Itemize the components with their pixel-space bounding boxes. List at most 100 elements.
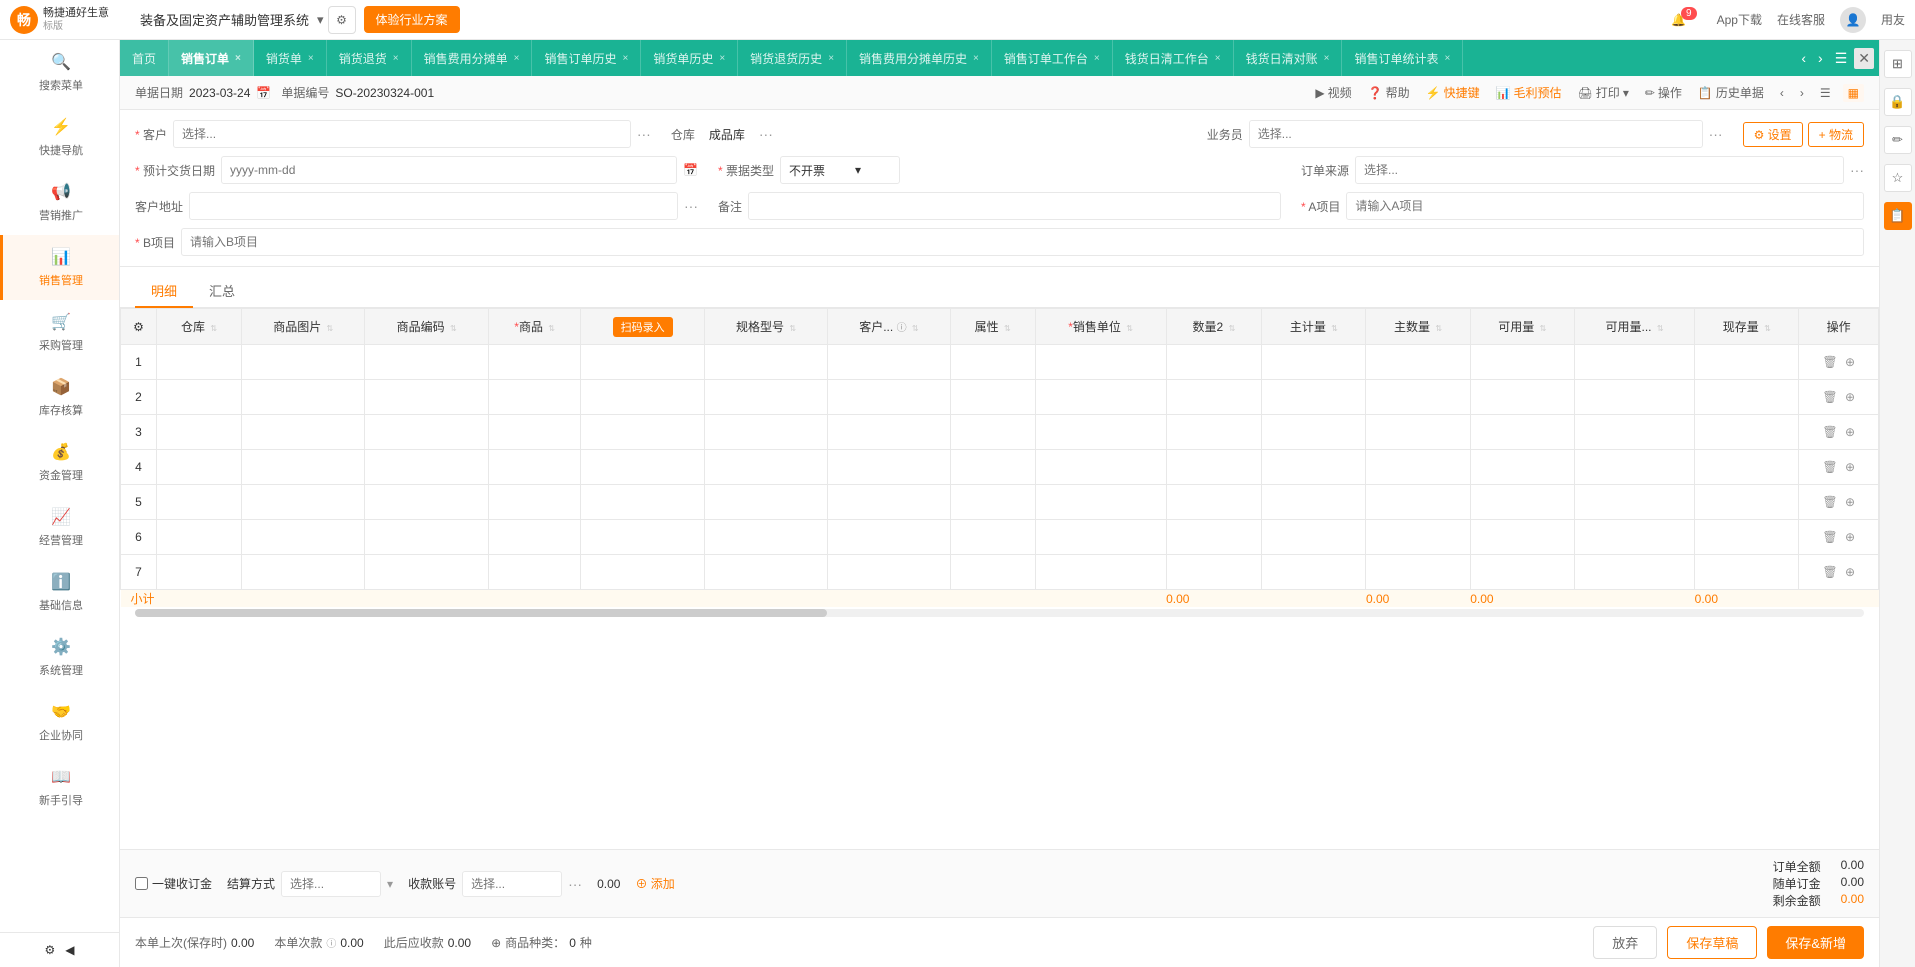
save-draft-button[interactable]: 保存草稿 <box>1667 926 1757 959</box>
customer-more-btn[interactable]: ··· <box>637 126 651 142</box>
discard-button[interactable]: 放弃 <box>1593 926 1657 959</box>
address-more-btn[interactable]: ··· <box>684 198 698 214</box>
date-picker-icon[interactable]: 📅 <box>256 86 271 100</box>
invoice-type-select[interactable]: 不开票 ▾ <box>780 156 900 184</box>
cell-unit[interactable] <box>1035 485 1166 520</box>
sidebar-settings-icon[interactable]: ⚙ <box>45 943 56 957</box>
tab-sales-order[interactable]: 销售订单 × <box>169 40 254 76</box>
cell-avail-qty2[interactable] <box>1574 415 1694 450</box>
customer-input[interactable] <box>173 120 631 148</box>
customer-address-input[interactable] <box>189 192 678 220</box>
cell-main-unit[interactable] <box>1262 485 1366 520</box>
tab-return-close[interactable]: × <box>393 53 399 64</box>
tab-home[interactable]: 首页 <box>120 40 169 76</box>
cell-attr[interactable] <box>950 555 1035 590</box>
cell-avail-qty[interactable] <box>1470 415 1574 450</box>
tab-menu-button[interactable]: ☰ <box>1830 48 1853 69</box>
cell-avail-qty2[interactable] <box>1574 380 1694 415</box>
cell-avail-qty2[interactable] <box>1574 485 1694 520</box>
tab-expense-history[interactable]: 销售费用分摊单历史 × <box>847 40 992 76</box>
cell-product[interactable] <box>488 555 580 590</box>
cell-main-qty[interactable] <box>1366 345 1470 380</box>
scrollbar-thumb[interactable] <box>135 609 827 617</box>
cell-avail-qty[interactable] <box>1470 380 1574 415</box>
cell-main-unit[interactable] <box>1262 520 1366 555</box>
next-record-btn[interactable]: › <box>1796 84 1808 102</box>
tab-goods-history-close[interactable]: × <box>719 53 725 64</box>
cell-product[interactable] <box>488 345 580 380</box>
cell-spec[interactable] <box>704 345 827 380</box>
cell-stock[interactable] <box>1695 555 1799 590</box>
date-picker-icon2[interactable]: 📅 <box>683 163 698 177</box>
cell-unit[interactable] <box>1035 450 1166 485</box>
sidebar-item-purchase[interactable]: 🛒 采购管理 <box>0 300 119 365</box>
sidebar-item-inventory[interactable]: 📦 库存核算 <box>0 365 119 430</box>
cell-customer-code[interactable] <box>828 555 950 590</box>
right-panel-star-icon[interactable]: ☆ <box>1884 164 1912 192</box>
history-btn[interactable]: 📋 历史单据 <box>1694 82 1768 103</box>
tab-order-workbench[interactable]: 销售订单工作台 × <box>992 40 1113 76</box>
title-dropdown-icon[interactable]: ▾ <box>317 12 324 28</box>
sidebar-item-marketing[interactable]: 📢 营销推广 <box>0 170 119 235</box>
cell-unit[interactable] <box>1035 415 1166 450</box>
cell-customer-code[interactable] <box>828 485 950 520</box>
b-project-input[interactable] <box>181 228 1864 256</box>
username[interactable]: 用友 <box>1881 11 1905 28</box>
cell-warehouse[interactable] <box>157 380 242 415</box>
col-settings[interactable]: ⚙ <box>121 309 157 345</box>
tab-expense[interactable]: 销售费用分摊单 × <box>412 40 533 76</box>
tab-next-button[interactable]: › <box>1813 48 1828 68</box>
tab-order-history-close[interactable]: × <box>622 53 628 64</box>
row-copy-icon[interactable]: ⊕ <box>1845 390 1855 404</box>
payment-method-input[interactable] <box>281 871 381 897</box>
tab-reconcile-close[interactable]: × <box>1324 53 1330 64</box>
row-copy-icon[interactable]: ⊕ <box>1845 495 1855 509</box>
cell-code[interactable] <box>365 520 488 555</box>
order-source-input[interactable] <box>1355 156 1844 184</box>
warehouse-more-btn[interactable]: ··· <box>759 126 773 142</box>
tab-cash-goods-close[interactable]: × <box>1215 53 1221 64</box>
cell-customer-code[interactable] <box>828 450 950 485</box>
profit-btn[interactable]: 📊 毛利预估 <box>1492 82 1566 103</box>
horizontal-scrollbar[interactable] <box>135 609 1864 617</box>
cell-main-unit[interactable] <box>1262 450 1366 485</box>
cell-attr[interactable] <box>950 450 1035 485</box>
cell-warehouse[interactable] <box>157 345 242 380</box>
cell-unit[interactable] <box>1035 380 1166 415</box>
cell-qty2[interactable] <box>1166 345 1262 380</box>
tab-goods-history[interactable]: 销货单历史 × <box>641 40 738 76</box>
row-delete-icon[interactable]: 🗑 <box>1822 495 1837 509</box>
cell-qty2[interactable] <box>1166 450 1262 485</box>
help-btn[interactable]: ❓ 帮助 <box>1364 82 1414 103</box>
tab-order-history[interactable]: 销售订单历史 × <box>532 40 641 76</box>
tab-sales-return[interactable]: 销货退货 × <box>327 40 412 76</box>
table-view-btn[interactable]: ▦ <box>1843 84 1864 102</box>
right-panel-edit-icon[interactable]: ✏ <box>1884 126 1912 154</box>
account-more-btn[interactable]: ··· <box>568 876 582 892</box>
cell-product[interactable] <box>488 380 580 415</box>
cell-attr[interactable] <box>950 520 1035 555</box>
tab-sales-order-close[interactable]: × <box>235 53 241 64</box>
cell-spec[interactable] <box>704 450 827 485</box>
cell-avail-qty[interactable] <box>1470 555 1574 590</box>
cell-product[interactable] <box>488 520 580 555</box>
sidebar-item-sales[interactable]: 📊 销售管理 <box>0 235 119 300</box>
tab-expense-close[interactable]: × <box>514 53 520 64</box>
print-dropdown-icon[interactable]: ▾ <box>1623 86 1629 100</box>
settings-panel-btn[interactable]: ⚙ 设置 <box>1743 122 1803 147</box>
cell-product[interactable] <box>488 415 580 450</box>
row-copy-icon[interactable]: ⊕ <box>1845 460 1855 474</box>
row-copy-icon[interactable]: ⊕ <box>1845 530 1855 544</box>
detail-tab-summary[interactable]: 汇总 <box>193 275 251 308</box>
cell-main-qty[interactable] <box>1366 450 1470 485</box>
cell-stock[interactable] <box>1695 450 1799 485</box>
row-copy-icon[interactable]: ⊕ <box>1845 565 1855 579</box>
sidebar-item-system[interactable]: ⚙️ 系统管理 <box>0 625 119 690</box>
cell-spec[interactable] <box>704 415 827 450</box>
cell-main-unit[interactable] <box>1262 380 1366 415</box>
cell-main-qty[interactable] <box>1366 555 1470 590</box>
cell-avail-qty[interactable] <box>1470 485 1574 520</box>
cell-code[interactable] <box>365 345 488 380</box>
right-panel-clipboard-icon[interactable]: 📋 <box>1884 202 1912 230</box>
cell-customer-code[interactable] <box>828 415 950 450</box>
